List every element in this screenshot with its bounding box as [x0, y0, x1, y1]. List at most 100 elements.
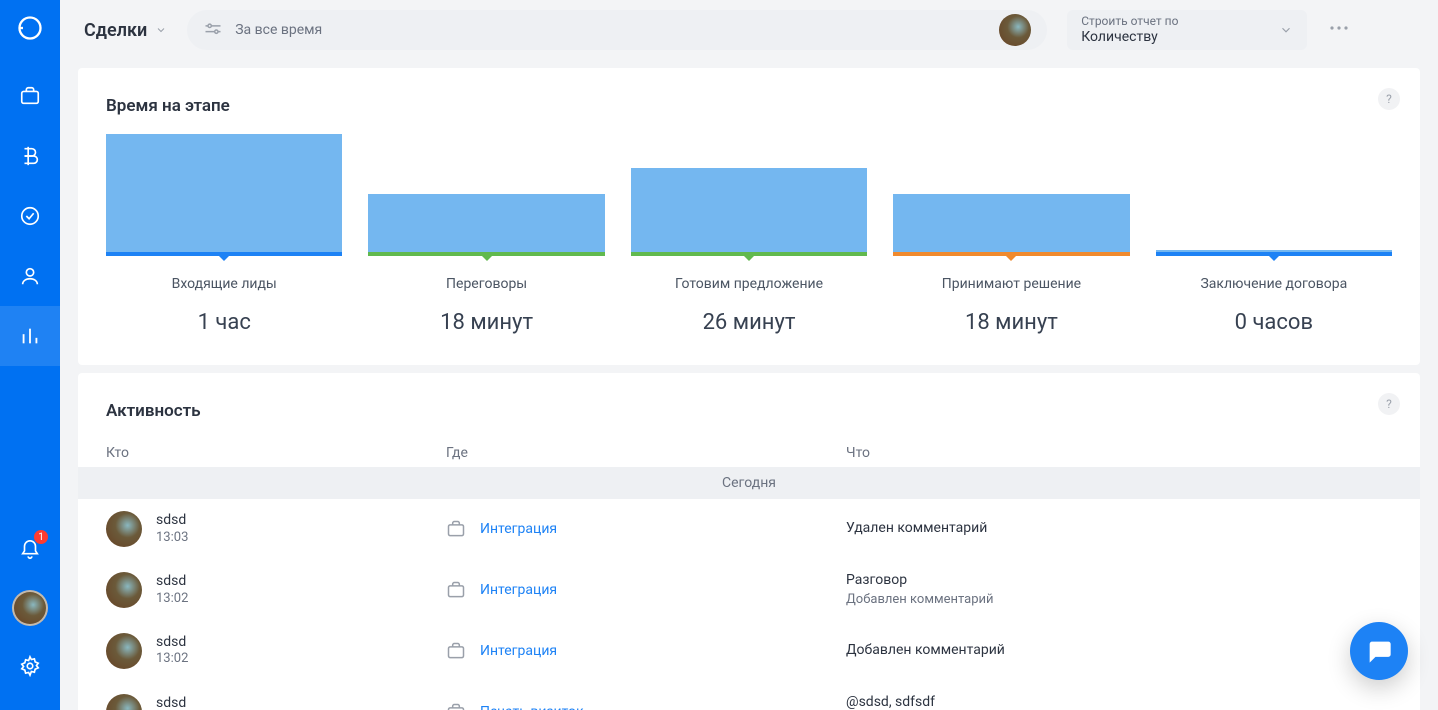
nav-item-contacts[interactable] [0, 246, 60, 306]
stage-label: Переговоры [368, 276, 604, 292]
report-builder-bottom: Количеству [1081, 29, 1178, 47]
app-logo-icon[interactable] [16, 14, 44, 42]
time-on-stage-card: ? Время на этапе Входящие лиды 1 час Пер… [78, 68, 1420, 365]
stage-underline [368, 252, 604, 256]
stage-bar [106, 134, 342, 252]
stage-column: Входящие лиды 1 час [106, 134, 342, 335]
stage-column: Принимают решение 18 минут [893, 134, 1129, 335]
stage-label: Готовим предложение [631, 276, 867, 292]
stage-bar-wrap [893, 134, 1129, 252]
chevron-down-icon [155, 24, 167, 36]
stage-time-value: 18 минут [368, 310, 604, 335]
activity-row[interactable]: sdsd 13:02 Интеграция Разговор Добавлен … [106, 559, 1392, 621]
help-icon[interactable]: ? [1378, 393, 1400, 415]
activity-date-row: Сегодня [78, 467, 1420, 499]
activity-what: Добавлен комментарий [846, 641, 1392, 661]
activity-col-what: Что [846, 445, 1392, 461]
nav-item-notifications[interactable]: 1 [0, 520, 60, 580]
stage-underline [1156, 252, 1392, 256]
activity-row[interactable]: sdsd 13:03 Интеграция Удален комментарий [106, 499, 1392, 559]
activity-who: sdsd 13:02 [106, 633, 446, 669]
stage-column: Готовим предложение 26 минут [631, 134, 867, 335]
activity-what-main: Разговор [846, 571, 1392, 591]
activity-where-link[interactable]: Интеграция [480, 582, 557, 598]
avatar[interactable] [106, 572, 142, 608]
stage-bar-wrap [106, 134, 342, 252]
stage-bar [368, 194, 604, 252]
activity-what-sub: Добавлен комментарий [846, 591, 1392, 609]
page-switcher[interactable]: Сделки [84, 20, 167, 41]
nav-rail: 1 [0, 0, 60, 710]
nav-item-finance[interactable] [0, 126, 60, 186]
activity-what: Удален комментарий [846, 519, 1392, 539]
chat-fab[interactable] [1350, 622, 1408, 680]
briefcase-icon [446, 580, 466, 600]
activity-where: Интеграция [446, 641, 846, 661]
time-on-stage-title: Время на этапе [106, 96, 1392, 116]
activity-where: Печать визиток [446, 702, 846, 710]
activity-what-main: @sdsd, sdfsdf [846, 693, 1392, 710]
avatar[interactable] [106, 633, 142, 669]
stage-label: Входящие лиды [106, 276, 342, 292]
stage-bar [631, 168, 867, 252]
chevron-down-icon [1279, 23, 1293, 37]
stage-time-value: 18 минут [893, 310, 1129, 335]
stage-time-value: 1 час [106, 310, 342, 335]
nav-item-settings[interactable] [0, 636, 60, 696]
activity-where-link[interactable]: Интеграция [480, 643, 557, 659]
activity-header-row: Кто Где Что [106, 439, 1392, 467]
activity-who: sdsd 13:01 [106, 694, 446, 710]
briefcase-icon [446, 519, 466, 539]
activity-user-name: sdsd [156, 633, 188, 651]
nav-item-reports[interactable] [0, 306, 60, 366]
stage-column: Заключение договора 0 часов [1156, 134, 1392, 335]
report-builder-top: Строить отчет по [1081, 14, 1178, 29]
page-title: Сделки [84, 20, 147, 41]
filter-pill[interactable]: За все время [187, 10, 1047, 50]
chat-icon [1365, 637, 1393, 665]
nav-item-tasks[interactable] [0, 186, 60, 246]
briefcase-icon [446, 641, 466, 661]
briefcase-icon [446, 702, 466, 710]
stage-underline [106, 252, 342, 256]
activity-col-where: Где [446, 445, 846, 461]
stage-underline [631, 252, 867, 256]
filter-label: За все время [235, 22, 322, 38]
activity-what-main: Удален комментарий [846, 519, 1392, 539]
activity-row[interactable]: sdsd 13:01 Печать визиток @sdsd, sdfsdf … [106, 681, 1392, 710]
stage-column: Переговоры 18 минут [368, 134, 604, 335]
activity-user-name: sdsd [156, 572, 188, 590]
activity-user-name: sdsd [156, 694, 188, 710]
avatar[interactable] [106, 511, 142, 547]
filter-avatar[interactable] [999, 14, 1031, 46]
activity-who: sdsd 13:03 [106, 511, 446, 547]
sliders-icon [203, 20, 223, 40]
activity-what-main: Добавлен комментарий [846, 641, 1392, 661]
activity-col-who: Кто [106, 445, 446, 461]
activity-timestamp: 13:03 [156, 530, 188, 547]
more-icon[interactable] [1327, 16, 1351, 44]
activity-user-name: sdsd [156, 511, 188, 529]
help-icon[interactable]: ? [1378, 88, 1400, 110]
stage-underline [893, 252, 1129, 256]
activity-where-link[interactable]: Интеграция [480, 521, 557, 537]
notification-badge: 1 [34, 530, 48, 544]
activity-row[interactable]: sdsd 13:02 Интеграция Добавлен комментар… [106, 621, 1392, 681]
activity-where-link[interactable]: Печать визиток [480, 704, 584, 710]
activity-what: Разговор Добавлен комментарий [846, 571, 1392, 609]
activity-where: Интеграция [446, 580, 846, 600]
activity-card: ? Активность Кто Где Что Сегодня sdsd 13… [78, 373, 1420, 710]
stage-bar [893, 194, 1129, 252]
avatar[interactable] [106, 694, 142, 710]
stage-time-value: 26 минут [631, 310, 867, 335]
activity-timestamp: 13:02 [156, 651, 188, 668]
report-builder-select[interactable]: Строить отчет по Количеству [1067, 10, 1307, 50]
activity-who: sdsd 13:02 [106, 572, 446, 608]
activity-title: Активность [106, 401, 1392, 421]
nav-item-deals[interactable] [0, 66, 60, 126]
nav-avatar[interactable] [12, 590, 48, 626]
topbar: Сделки За все время Строить отчет по Кол… [60, 0, 1438, 60]
stage-bar-wrap [368, 134, 604, 252]
activity-timestamp: 13:02 [156, 591, 188, 608]
stage-time-value: 0 часов [1156, 310, 1392, 335]
